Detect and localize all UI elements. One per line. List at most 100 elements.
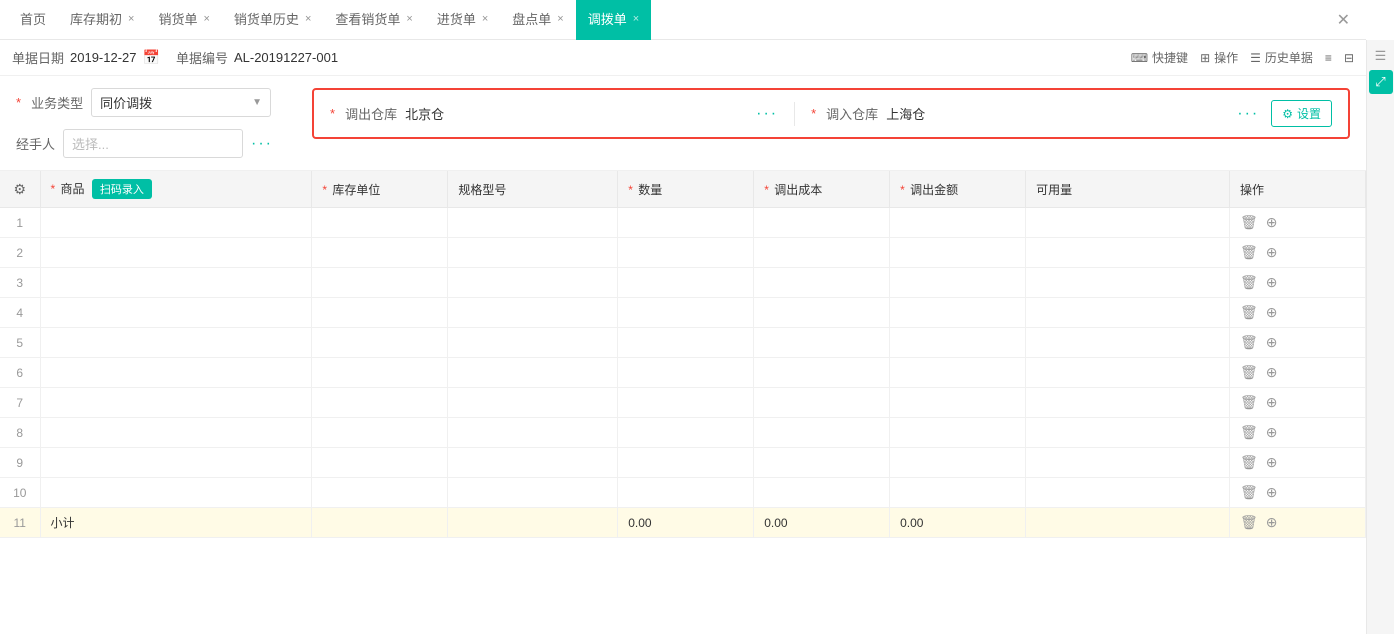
row-amount[interactable] xyxy=(890,268,1026,298)
row-available[interactable] xyxy=(1026,328,1230,358)
row-product[interactable] xyxy=(40,268,312,298)
row-cost[interactable] xyxy=(754,328,890,358)
row-available[interactable] xyxy=(1026,298,1230,328)
operations-action[interactable]: ⊞ 操作 xyxy=(1200,49,1238,66)
tab-close-sales-history[interactable]: × xyxy=(305,13,311,25)
row-amount[interactable] xyxy=(890,238,1026,268)
row-cost[interactable] xyxy=(754,448,890,478)
delete-icon[interactable]: 🗑 xyxy=(1240,514,1258,531)
row-spec[interactable] xyxy=(448,298,618,328)
delete-icon[interactable]: 🗑 xyxy=(1240,424,1258,441)
row-unit[interactable] xyxy=(312,238,448,268)
delete-icon[interactable]: 🗑 xyxy=(1240,454,1258,471)
date-value[interactable]: 2019-12-27 xyxy=(70,50,137,65)
window-close-button[interactable]: ✕ xyxy=(1329,10,1358,30)
row-amount[interactable] xyxy=(890,418,1026,448)
tab-inventory-init[interactable]: 库存期初 × xyxy=(58,0,146,40)
copy-icon[interactable]: ⊕ xyxy=(1266,424,1278,441)
row-unit[interactable] xyxy=(312,298,448,328)
row-available[interactable] xyxy=(1026,418,1230,448)
row-qty[interactable] xyxy=(618,328,754,358)
row-cost[interactable] xyxy=(754,418,890,448)
calendar-icon[interactable]: 📅 xyxy=(143,49,160,66)
row-amount[interactable] xyxy=(890,358,1026,388)
row-spec[interactable] xyxy=(448,328,618,358)
row-spec[interactable] xyxy=(448,238,618,268)
copy-icon[interactable]: ⊕ xyxy=(1266,214,1278,231)
row-product[interactable] xyxy=(40,238,312,268)
copy-icon[interactable]: ⊕ xyxy=(1266,394,1278,411)
delete-icon[interactable]: 🗑 xyxy=(1240,334,1258,351)
row-qty[interactable] xyxy=(618,358,754,388)
tab-close-stocktake[interactable]: × xyxy=(557,13,563,25)
row-spec[interactable] xyxy=(448,448,618,478)
row-cost[interactable] xyxy=(754,238,890,268)
tab-sales-order[interactable]: 销货单 × xyxy=(146,0,221,40)
tab-purchase-order[interactable]: 进货单 × xyxy=(425,0,500,40)
number-value[interactable]: AL-20191227-001 xyxy=(234,50,338,65)
row-spec[interactable] xyxy=(448,418,618,448)
row-product[interactable] xyxy=(40,208,312,238)
side-expand-icon[interactable]: ⤢ xyxy=(1369,70,1393,94)
settings-button[interactable]: ⚙ 设置 xyxy=(1271,100,1332,127)
row-spec[interactable] xyxy=(448,208,618,238)
scan-button[interactable]: 扫码录入 xyxy=(92,179,152,199)
row-cost[interactable] xyxy=(754,358,890,388)
row-qty[interactable] xyxy=(618,298,754,328)
tab-close-transfer[interactable]: × xyxy=(633,13,639,25)
row-unit[interactable] xyxy=(312,388,448,418)
row-unit[interactable] xyxy=(312,418,448,448)
row-cost[interactable] xyxy=(754,208,890,238)
delete-icon[interactable]: 🗑 xyxy=(1240,274,1258,291)
tab-close-purchase-order[interactable]: × xyxy=(482,13,488,25)
tab-stocktake[interactable]: 盘点单 × xyxy=(500,0,575,40)
delete-icon[interactable]: 🗑 xyxy=(1240,484,1258,501)
row-product[interactable] xyxy=(40,418,312,448)
row-amount[interactable] xyxy=(890,388,1026,418)
out-warehouse-more-btn[interactable]: ··· xyxy=(756,105,778,123)
in-warehouse-more-btn[interactable]: ··· xyxy=(1237,105,1259,123)
row-amount[interactable] xyxy=(890,298,1026,328)
row-unit[interactable] xyxy=(312,358,448,388)
row-available[interactable] xyxy=(1026,478,1230,508)
delete-icon[interactable]: 🗑 xyxy=(1240,244,1258,261)
copy-icon[interactable]: ⊕ xyxy=(1266,304,1278,321)
row-product[interactable] xyxy=(40,388,312,418)
delete-icon[interactable]: 🗑 xyxy=(1240,214,1258,231)
row-cost[interactable] xyxy=(754,478,890,508)
row-product[interactable] xyxy=(40,358,312,388)
in-warehouse-value[interactable]: 上海仓 xyxy=(886,104,925,123)
row-unit[interactable] xyxy=(312,268,448,298)
row-product[interactable] xyxy=(40,298,312,328)
row-available[interactable] xyxy=(1026,238,1230,268)
row-cost[interactable] xyxy=(754,268,890,298)
tab-close-view-sales[interactable]: × xyxy=(406,13,412,25)
row-cost[interactable] xyxy=(754,388,890,418)
row-product[interactable] xyxy=(40,478,312,508)
shortcut-action[interactable]: ⌨ 快捷键 xyxy=(1131,49,1188,66)
row-available[interactable] xyxy=(1026,268,1230,298)
tab-sales-history[interactable]: 销货单历史 × xyxy=(222,0,323,40)
copy-icon[interactable]: ⊕ xyxy=(1266,334,1278,351)
row-unit[interactable] xyxy=(312,208,448,238)
gear-icon[interactable]: ⚙ xyxy=(13,181,26,197)
copy-icon[interactable]: ⊕ xyxy=(1266,484,1278,501)
row-available[interactable] xyxy=(1026,358,1230,388)
row-available[interactable] xyxy=(1026,448,1230,478)
out-warehouse-value[interactable]: 北京仓 xyxy=(405,104,444,123)
row-product[interactable] xyxy=(40,448,312,478)
delete-icon[interactable]: 🗑 xyxy=(1240,394,1258,411)
row-unit[interactable] xyxy=(312,478,448,508)
copy-icon[interactable]: ⊕ xyxy=(1266,274,1278,291)
th-settings[interactable]: ⚙ xyxy=(0,171,40,208)
tab-close-sales-order[interactable]: × xyxy=(203,13,209,25)
row-available[interactable] xyxy=(1026,208,1230,238)
row-qty[interactable] xyxy=(618,478,754,508)
business-type-select[interactable]: 同价调拨 ▼ xyxy=(91,88,271,117)
row-amount[interactable] xyxy=(890,328,1026,358)
row-cost[interactable] xyxy=(754,298,890,328)
tab-home[interactable]: 首页 xyxy=(8,0,58,40)
tab-view-sales[interactable]: 查看销货单 × xyxy=(323,0,424,40)
row-spec[interactable] xyxy=(448,358,618,388)
layout2-action[interactable]: ⊟ xyxy=(1344,51,1354,65)
